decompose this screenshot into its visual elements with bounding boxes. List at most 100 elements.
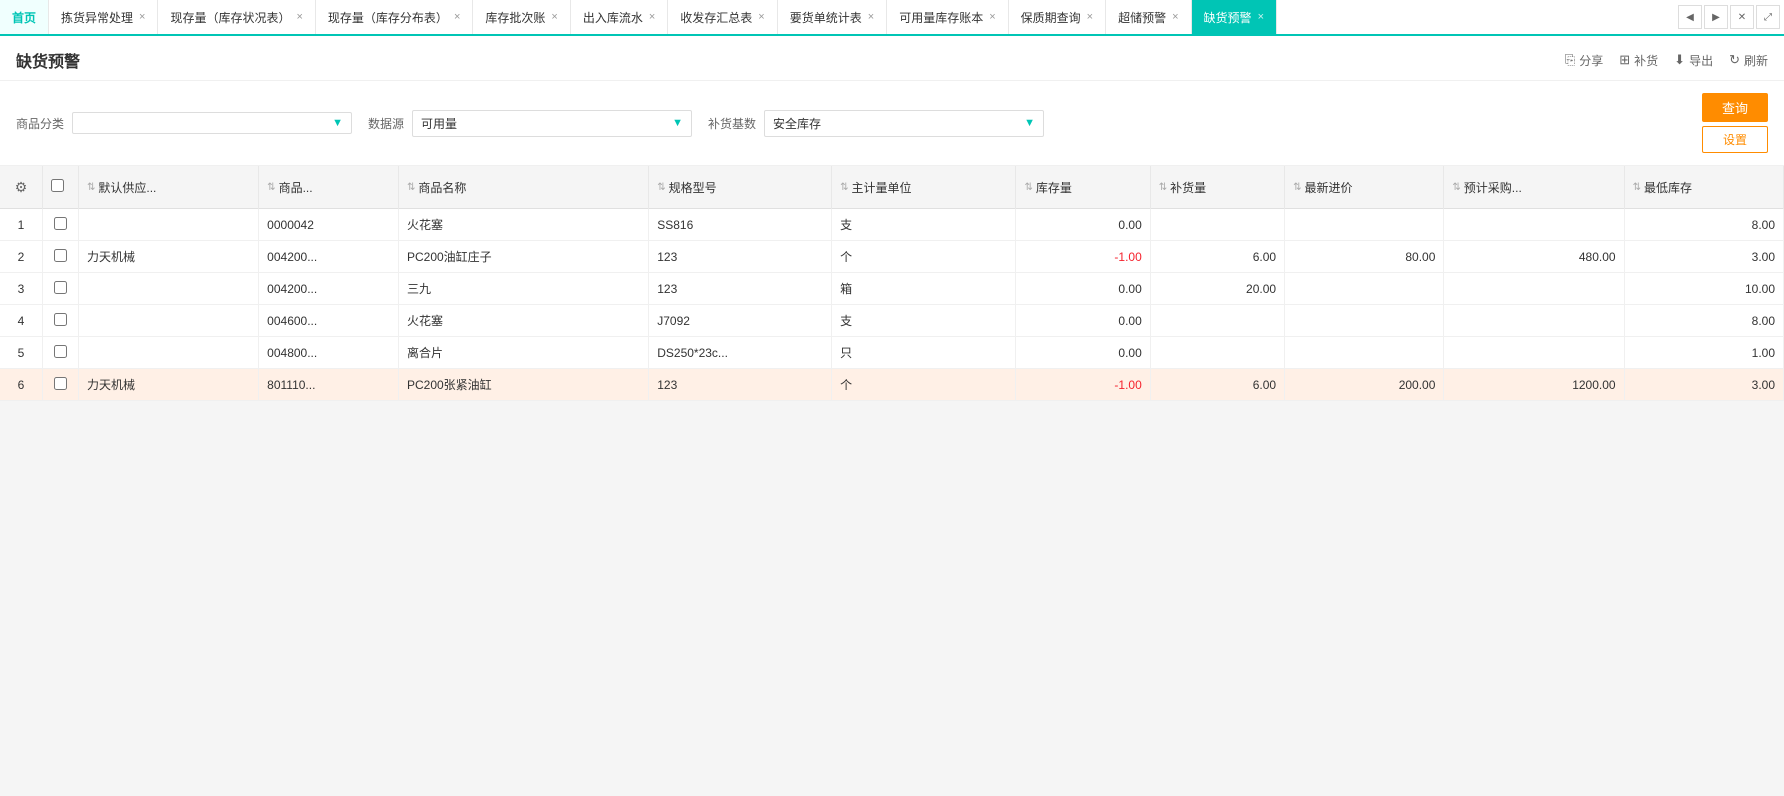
nav-tab-batch-account[interactable]: 库存批次账 × <box>473 0 570 35</box>
nav-tab-collection[interactable]: 收发存汇总表 × <box>668 0 777 35</box>
col-header-spec: ⇅ 规格型号 <box>649 166 832 209</box>
nav-prev-btn[interactable]: ◀ <box>1678 5 1702 29</box>
row-unit-3: 箱 <box>832 273 1016 305</box>
row-index-4: 4 <box>0 305 43 337</box>
row-min-stock-1: 8.00 <box>1624 209 1783 241</box>
nav-tab-close-avail-ledger[interactable]: × <box>989 11 995 23</box>
export-button[interactable]: ⬇ 导出 <box>1674 52 1713 69</box>
row-unit-4: 支 <box>832 305 1016 337</box>
col-header-min-stock: ⇅ 最低库存 <box>1624 166 1783 209</box>
row-stock-3: 0.00 <box>1016 273 1150 305</box>
nav-tab-label-batch-account: 库存批次账 <box>485 9 545 26</box>
row-checkbox-5[interactable] <box>43 337 79 369</box>
nav-tab-close-batch-account[interactable]: × <box>551 11 557 23</box>
row-index-6: 6 <box>0 369 43 401</box>
nav-tab-label-inventory-status: 现存量（库存状况表） <box>170 9 290 26</box>
nav-tab-close-order-stats[interactable]: × <box>868 11 874 23</box>
nav-tab-close-abnormal[interactable]: × <box>139 11 145 23</box>
row-est-purchase-2: 480.00 <box>1444 241 1624 273</box>
data-table-wrapper: ⚙ ⇅ 默认供应... ⇅ 商品... <box>0 166 1784 401</box>
nav-tab-abnormal[interactable]: 拣货异常处理 × <box>49 0 158 35</box>
settings-button[interactable]: 设置 <box>1702 126 1768 153</box>
row-stock-4: 0.00 <box>1016 305 1150 337</box>
nav-tab-label-shortage: 缺货预警 <box>1204 9 1252 26</box>
row-est-purchase-5 <box>1444 337 1624 369</box>
row-select-checkbox-3[interactable] <box>54 281 67 294</box>
row-min-stock-6: 3.00 <box>1624 369 1783 401</box>
nav-tab-avail-ledger[interactable]: 可用量库存账本 × <box>887 0 1008 35</box>
col-gear: ⚙ <box>0 166 43 209</box>
refresh-button[interactable]: ↻ 刷新 <box>1729 52 1768 69</box>
share-button[interactable]: ⎘ 分享 <box>1565 52 1603 69</box>
row-checkbox-1[interactable] <box>43 209 79 241</box>
replenish-base-select[interactable]: 安全库存 ▼ <box>764 110 1044 137</box>
table-header-row: ⚙ ⇅ 默认供应... ⇅ 商品... <box>0 166 1784 209</box>
gear-settings-icon[interactable]: ⚙ <box>8 174 34 200</box>
row-goods-name-3: 三九 <box>398 273 648 305</box>
nav-tab-order-stats[interactable]: 要货单统计表 × <box>778 0 887 35</box>
nav-tab-home[interactable]: 首页 <box>0 0 49 35</box>
row-checkbox-3[interactable] <box>43 273 79 305</box>
row-select-checkbox-5[interactable] <box>54 345 67 358</box>
row-goods-code-1: 0000042 <box>259 209 399 241</box>
table-row: 2 力天机械 004200... PC200油缸庄子 123 个 -1.00 6… <box>0 241 1784 273</box>
row-select-checkbox-1[interactable] <box>54 217 67 230</box>
sort-icon-latest-price: ⇅ <box>1293 182 1301 193</box>
category-select[interactable]: ▼ <box>72 112 352 134</box>
nav-tab-overstock[interactable]: 超储预警 × <box>1106 0 1191 35</box>
row-est-purchase-6: 1200.00 <box>1444 369 1624 401</box>
nav-tab-close-inventory-dist[interactable]: × <box>454 11 460 23</box>
nav-tab-label-order-stats: 要货单统计表 <box>790 9 862 26</box>
sort-icon-spec: ⇅ <box>657 182 665 193</box>
share-icon: ⎘ <box>1565 52 1575 68</box>
filter-bar: 商品分类 ▼ 数据源 可用量 ▼ 补货基数 安全库存 ▼ 查询 设置 <box>0 81 1784 166</box>
row-checkbox-4[interactable] <box>43 305 79 337</box>
row-min-stock-3: 10.00 <box>1624 273 1783 305</box>
replenish-button[interactable]: ⊞ 补货 <box>1619 52 1658 69</box>
replenish-base-value: 安全库存 <box>773 115 821 132</box>
row-latest-price-3 <box>1285 273 1444 305</box>
nav-tab-close-inventory-status[interactable]: × <box>296 11 302 23</box>
replenish-base-label: 补货基数 <box>708 115 756 132</box>
nav-tab-close-inout-flow[interactable]: × <box>649 11 655 23</box>
nav-tab-close-expiry-query[interactable]: × <box>1087 11 1093 23</box>
table-row: 4 004600... 火花塞 J7092 支 0.00 8.00 <box>0 305 1784 337</box>
row-index-5: 5 <box>0 337 43 369</box>
header-actions: ⎘ 分享 ⊞ 补货 ⬇ 导出 ↻ 刷新 <box>1565 52 1768 69</box>
nav-tab-label-avail-ledger: 可用量库存账本 <box>899 9 983 26</box>
nav-next-btn[interactable]: ▶ <box>1704 5 1728 29</box>
nav-tab-inventory-dist[interactable]: 现存量（库存分布表） × <box>316 0 473 35</box>
row-select-checkbox-4[interactable] <box>54 313 67 326</box>
datasource-select[interactable]: 可用量 ▼ <box>412 110 692 137</box>
col-header-goods-code: ⇅ 商品... <box>259 166 399 209</box>
datasource-filter-group: 数据源 可用量 ▼ <box>368 110 692 137</box>
row-index-3: 3 <box>0 273 43 305</box>
query-button[interactable]: 查询 <box>1702 93 1768 122</box>
row-goods-code-3: 004200... <box>259 273 399 305</box>
table-row: 6 力天机械 801110... PC200张紧油缸 123 个 -1.00 6… <box>0 369 1784 401</box>
row-checkbox-6[interactable] <box>43 369 79 401</box>
select-all-checkbox[interactable] <box>51 179 64 192</box>
nav-tab-shortage[interactable]: 缺货预警 × <box>1192 0 1277 35</box>
nav-tab-close-shortage[interactable]: × <box>1258 11 1264 23</box>
home-tab-label: 首页 <box>12 9 36 26</box>
nav-close-btn[interactable]: ✕ <box>1730 5 1754 29</box>
row-checkbox-2[interactable] <box>43 241 79 273</box>
row-select-checkbox-2[interactable] <box>54 249 67 262</box>
nav-tab-inout-flow[interactable]: 出入库流水 × <box>571 0 668 35</box>
sort-icon-est-purchase: ⇅ <box>1452 182 1460 193</box>
nav-tab-close-collection[interactable]: × <box>758 11 764 23</box>
row-spec-4: J7092 <box>649 305 832 337</box>
nav-tab-label-expiry-query: 保质期查询 <box>1021 9 1081 26</box>
filter-action-buttons: 查询 设置 <box>1702 93 1768 153</box>
row-est-purchase-4 <box>1444 305 1624 337</box>
nav-tab-expiry-query[interactable]: 保质期查询 × <box>1009 0 1106 35</box>
nav-expand-btn[interactable]: ⤢ <box>1756 5 1780 29</box>
nav-tab-label-abnormal: 拣货异常处理 <box>61 9 133 26</box>
nav-tab-inventory-status[interactable]: 现存量（库存状况表） × <box>158 0 315 35</box>
row-latest-price-6: 200.00 <box>1285 369 1444 401</box>
row-supplier-4 <box>79 305 259 337</box>
nav-tab-close-overstock[interactable]: × <box>1172 11 1178 23</box>
row-select-checkbox-6[interactable] <box>54 377 67 390</box>
col-checkbox-header <box>43 166 79 209</box>
